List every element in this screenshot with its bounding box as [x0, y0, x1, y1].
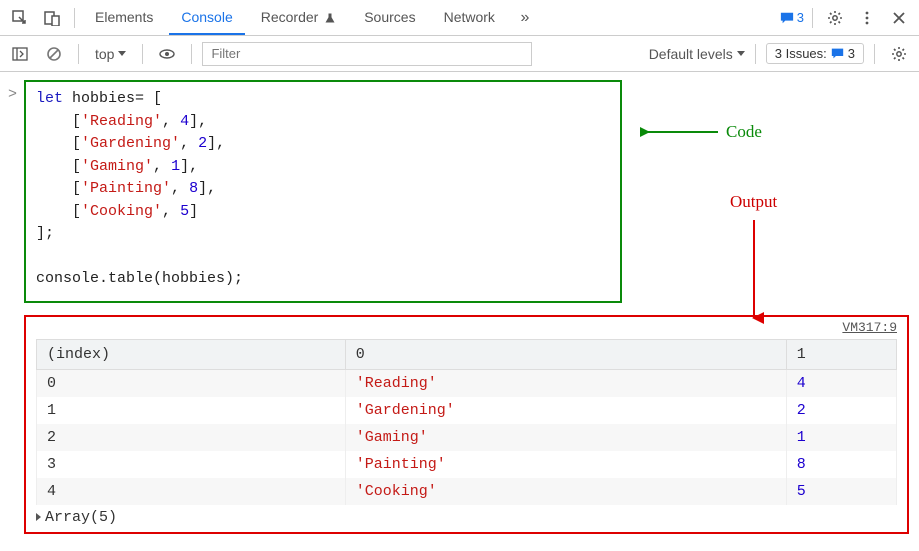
- sidebar-toggle-icon[interactable]: [6, 40, 34, 68]
- array-footer-label: Array(5): [45, 509, 117, 526]
- code-line: ['Gaming', 1],: [36, 156, 610, 179]
- annotation-code: Code: [640, 122, 762, 142]
- th-col1[interactable]: 1: [786, 339, 896, 369]
- cell-index: 4: [37, 478, 346, 505]
- annotation-output: Output: [730, 192, 777, 328]
- separator: [191, 44, 192, 64]
- flask-icon: [324, 12, 336, 24]
- annotation-code-label: Code: [726, 122, 762, 142]
- array-expand-row[interactable]: Array(5): [26, 505, 907, 532]
- th-index[interactable]: (index): [37, 339, 346, 369]
- device-toggle-icon[interactable]: [38, 4, 66, 32]
- inspect-icon[interactable]: [6, 4, 34, 32]
- more-tabs-icon[interactable]: »: [511, 4, 539, 32]
- prompt-icon: >: [8, 86, 17, 103]
- arrow-left-icon: [640, 122, 720, 142]
- code-block[interactable]: let hobbies= [ ['Reading', 4], ['Gardeni…: [24, 80, 622, 303]
- console-code-area: > let hobbies= [ ['Reading', 4], ['Garde…: [0, 72, 919, 311]
- console-sub-toolbar: top Default levels 3 Issues: 3: [0, 36, 919, 72]
- expand-triangle-icon: [36, 513, 41, 521]
- separator: [142, 44, 143, 64]
- table-row[interactable]: 2'Gaming'1: [37, 424, 897, 451]
- annotation-output-label: Output: [730, 192, 777, 212]
- filter-input[interactable]: [202, 42, 532, 66]
- cell-c0: 'Gardening': [345, 397, 786, 424]
- cell-c0: 'Painting': [345, 451, 786, 478]
- code-keyword: let: [36, 90, 63, 107]
- tab-elements[interactable]: Elements: [83, 1, 165, 35]
- message-icon: [780, 11, 794, 25]
- issues-label: 3 Issues:: [775, 46, 827, 61]
- separator: [812, 8, 813, 28]
- arrow-down-icon: [744, 218, 764, 328]
- levels-label: Default levels: [649, 46, 733, 62]
- separator: [874, 44, 875, 64]
- separator: [755, 44, 756, 64]
- code-line: ['Cooking', 5]: [36, 201, 610, 224]
- cell-index: 3: [37, 451, 346, 478]
- chevron-down-icon: [118, 51, 126, 56]
- log-levels-selector[interactable]: Default levels: [649, 46, 745, 62]
- console-settings-icon[interactable]: [885, 40, 913, 68]
- code-call: console.table(hobbies);: [36, 268, 610, 291]
- close-icon[interactable]: [885, 4, 913, 32]
- live-expression-icon[interactable]: [153, 40, 181, 68]
- cell-c1: 1: [786, 424, 896, 451]
- kebab-menu-icon[interactable]: [853, 4, 881, 32]
- code-varname: hobbies: [72, 90, 135, 107]
- issues-count: 3: [848, 46, 855, 61]
- cell-index: 1: [37, 397, 346, 424]
- tab-recorder[interactable]: Recorder: [249, 1, 348, 35]
- table-row[interactable]: 1'Gardening'2: [37, 397, 897, 424]
- separator: [78, 44, 79, 64]
- cell-c1: 5: [786, 478, 896, 505]
- cell-c0: 'Gaming': [345, 424, 786, 451]
- table-row[interactable]: 0'Reading'4: [37, 369, 897, 397]
- cell-c1: 8: [786, 451, 896, 478]
- messages-badge[interactable]: 3: [780, 10, 804, 25]
- cell-c1: 2: [786, 397, 896, 424]
- tab-sources[interactable]: Sources: [352, 1, 427, 35]
- table-row[interactable]: 4'Cooking'5: [37, 478, 897, 505]
- context-selector[interactable]: top: [89, 44, 132, 64]
- cell-c1: 4: [786, 369, 896, 397]
- messages-count: 3: [797, 10, 804, 25]
- cell-index: 2: [37, 424, 346, 451]
- cell-c0: 'Reading': [345, 369, 786, 397]
- th-col0[interactable]: 0: [345, 339, 786, 369]
- console-table: (index) 0 1 0'Reading'41'Gardening'22'Ga…: [36, 339, 897, 505]
- console-output-block: VM317:9 (index) 0 1 0'Reading'41'Gardeni…: [24, 315, 909, 534]
- chevron-down-icon: [737, 51, 745, 56]
- tab-console[interactable]: Console: [169, 1, 244, 35]
- tab-recorder-label: Recorder: [261, 9, 319, 25]
- code-line: ['Painting', 8],: [36, 178, 610, 201]
- code-line: ['Gardening', 2],: [36, 133, 610, 156]
- clear-console-icon[interactable]: [40, 40, 68, 68]
- separator: [74, 8, 75, 28]
- issues-button[interactable]: 3 Issues: 3: [766, 43, 864, 64]
- table-header-row: (index) 0 1: [37, 339, 897, 369]
- settings-icon[interactable]: [821, 4, 849, 32]
- context-label: top: [95, 46, 114, 62]
- cell-c0: 'Cooking': [345, 478, 786, 505]
- tab-network[interactable]: Network: [432, 1, 507, 35]
- devtools-main-toolbar: Elements Console Recorder Sources Networ…: [0, 0, 919, 36]
- table-row[interactable]: 3'Painting'8: [37, 451, 897, 478]
- code-line: ['Reading', 4],: [36, 111, 610, 134]
- message-icon: [831, 47, 844, 60]
- cell-index: 0: [37, 369, 346, 397]
